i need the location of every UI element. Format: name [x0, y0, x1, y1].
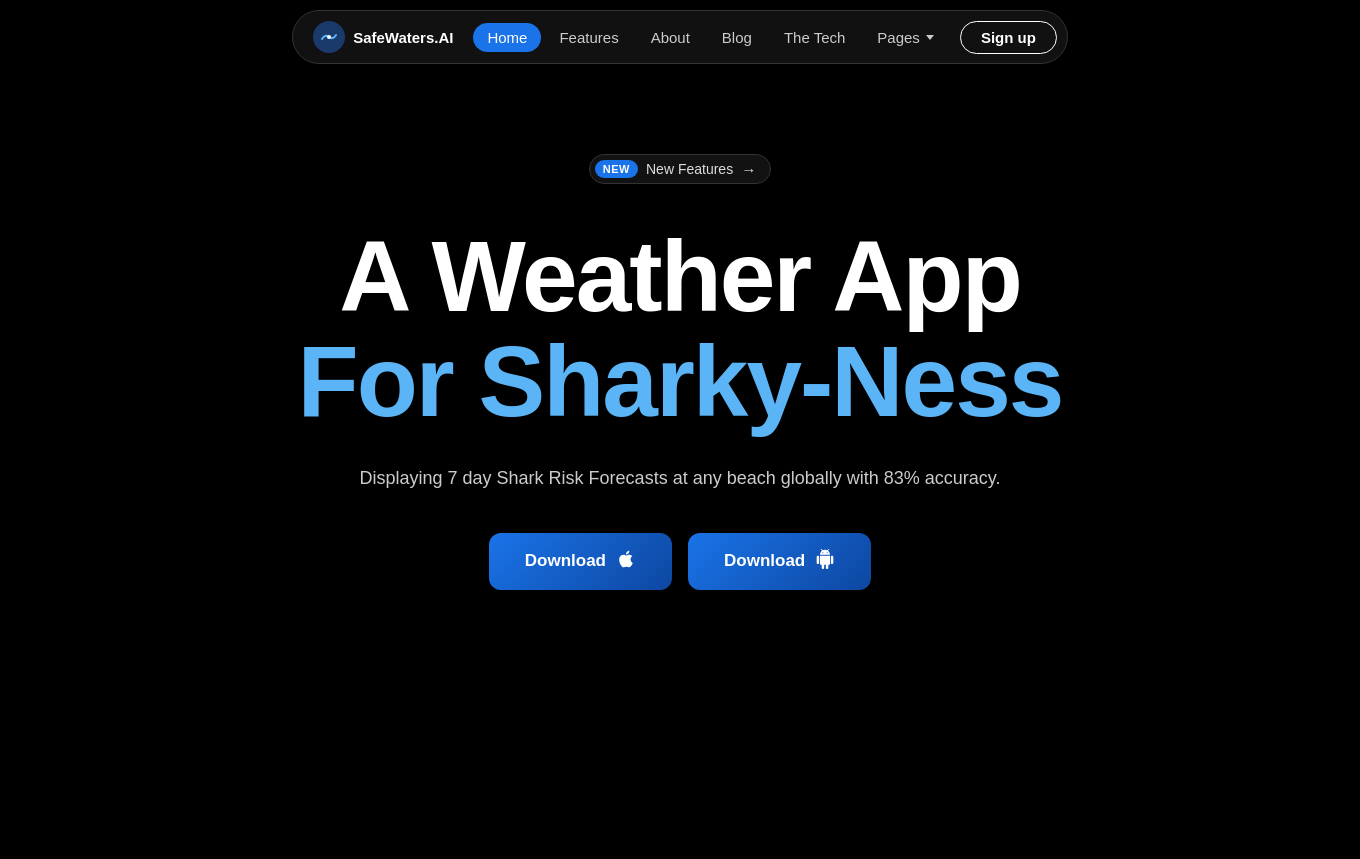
download-ios-button[interactable]: Download — [489, 533, 672, 590]
hero-title-line2: For Sharky-Ness — [298, 329, 1063, 434]
logo-icon — [313, 21, 345, 53]
navbar: SafeWaters.AI Home Features About Blog T… — [0, 0, 1360, 74]
download-ios-label: Download — [525, 551, 606, 571]
hero-section: NEW New Features → A Weather App For Sha… — [0, 74, 1360, 650]
download-buttons: Download Download — [489, 533, 871, 590]
logo-link[interactable]: SafeWaters.AI — [303, 17, 463, 57]
hero-subtitle: Displaying 7 day Shark Risk Forecasts at… — [360, 464, 1001, 493]
download-android-label: Download — [724, 551, 805, 571]
signup-button[interactable]: Sign up — [960, 21, 1057, 54]
download-android-button[interactable]: Download — [688, 533, 871, 590]
nav-about[interactable]: About — [637, 23, 704, 52]
logo-text: SafeWaters.AI — [353, 29, 453, 46]
android-icon — [815, 549, 835, 574]
nav-the-tech[interactable]: The Tech — [770, 23, 859, 52]
new-badge-tag: NEW — [595, 160, 638, 178]
new-features-badge[interactable]: NEW New Features → — [589, 154, 771, 184]
nav-home[interactable]: Home — [473, 23, 541, 52]
hero-title: A Weather App For Sharky-Ness — [298, 224, 1063, 464]
nav-features[interactable]: Features — [545, 23, 632, 52]
nav-pages[interactable]: Pages — [863, 23, 948, 52]
badge-arrow-icon: → — [741, 161, 756, 178]
nav-blog[interactable]: Blog — [708, 23, 766, 52]
new-badge-text: New Features — [646, 161, 733, 177]
nav-inner: SafeWaters.AI Home Features About Blog T… — [292, 10, 1068, 64]
svg-point-1 — [327, 35, 331, 39]
hero-title-line1: A Weather App — [298, 224, 1063, 329]
apple-icon — [616, 549, 636, 574]
